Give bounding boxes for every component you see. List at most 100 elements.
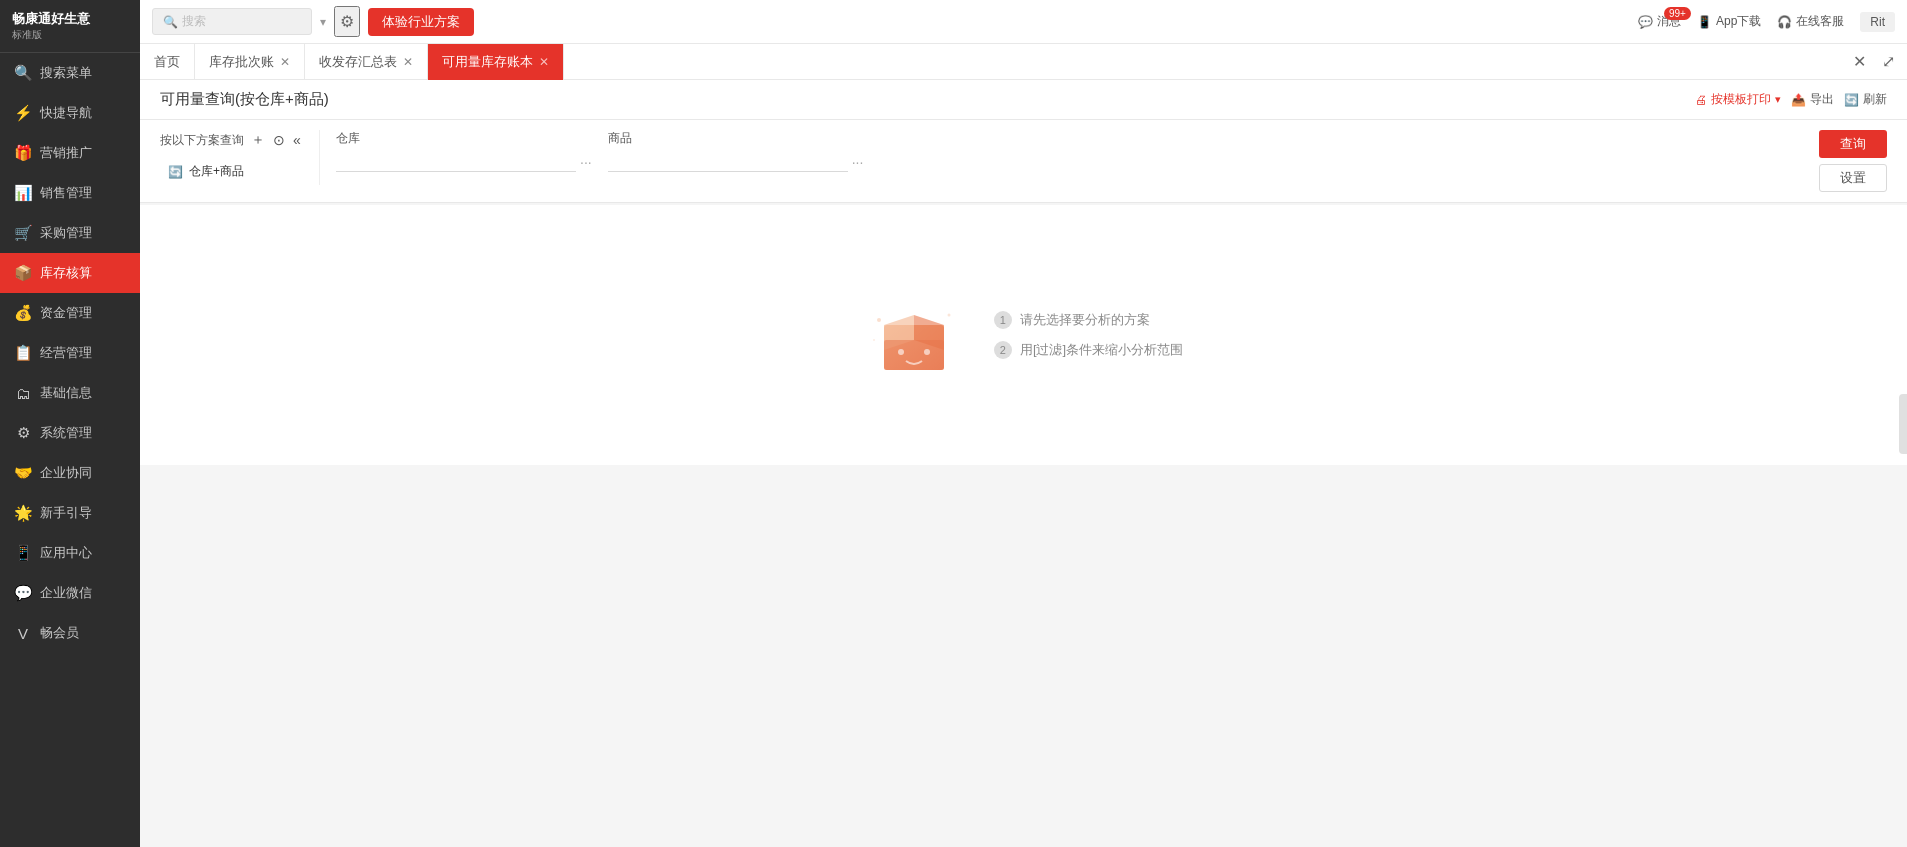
sidebar-label-quick-nav: 快捷导航 — [40, 104, 92, 122]
page-content: 可用量查询(按仓库+商品) 🖨 按模板打印 ▾ 📤 导出 🔄 刷新 — [140, 80, 1907, 847]
app-download-btn[interactable]: 📱 App下载 — [1697, 13, 1761, 30]
scroll-indicator — [1899, 394, 1907, 454]
sidebar-item-app-center[interactable]: 📱应用中心 — [0, 533, 140, 573]
sidebar-item-sales[interactable]: 📊 销售管理 — [0, 173, 140, 213]
tip-text-1: 请先选择要分析的方案 — [1020, 311, 1150, 329]
scheme-item-warehouse-product[interactable]: 🔄 仓库+商品 — [160, 158, 303, 185]
sidebar-item-wechat[interactable]: 💬企业微信 — [0, 573, 140, 613]
sidebar-icon-system: ⚙ — [14, 424, 32, 442]
tab-close-collect-summary[interactable]: ✕ — [403, 55, 413, 69]
tab-label-home: 首页 — [154, 53, 180, 71]
svg-point-6 — [877, 318, 881, 322]
tab-label-batch-account: 库存批次账 — [209, 53, 274, 71]
sidebar-item-system[interactable]: ⚙ 系统管理 — [0, 413, 140, 453]
sidebar-icon-guide: 🌟 — [14, 504, 32, 522]
maximize-btn[interactable]: ⤢ — [1878, 48, 1899, 75]
topbar: 🔍 搜索 ▾ ⚙ 体验行业方案 💬 消息 99+ 📱 App下载 🎧 在线客服 … — [140, 0, 1907, 44]
sidebar-item-quick-nav[interactable]: ⚡ 快捷导航 — [0, 93, 140, 133]
sidebar-logo: 畅康通好生意 标准版 — [0, 0, 140, 53]
tabs-right-actions: ✕ ⤢ — [1849, 48, 1907, 75]
sidebar-label-guide: 新手引导 — [40, 504, 92, 522]
sidebar-icon-basic: 🗂 — [14, 385, 32, 402]
sidebar-label-member: 畅会员 — [40, 624, 79, 642]
add-scheme-btn[interactable]: ＋ — [250, 130, 266, 150]
empty-state: 1 请先选择要分析的方案 2 用[过滤]条件来缩小分析范围 — [140, 205, 1907, 465]
empty-illustration — [864, 285, 964, 385]
refresh-icon: 🔄 — [1844, 93, 1859, 107]
sidebar-item-basic[interactable]: 🗂基础信息 — [0, 373, 140, 413]
tab-collect-summary[interactable]: 收发存汇总表 ✕ — [305, 44, 428, 80]
warehouse-label: 仓库 — [336, 130, 592, 147]
gear-button[interactable]: ⚙ — [334, 6, 360, 37]
tab-close-available-ledger[interactable]: ✕ — [539, 55, 549, 69]
page-title: 可用量查询(按仓库+商品) — [160, 90, 329, 109]
tip-text-2: 用[过滤]条件来缩小分析范围 — [1020, 341, 1183, 359]
search-icon: 🔍 — [163, 15, 178, 29]
sidebar-item-inventory[interactable]: 📦库存核算 — [0, 253, 140, 293]
warehouse-input[interactable] — [336, 151, 576, 172]
filter-scheme: 按以下方案查询 ＋ ⊙ « 🔄 仓库+商品 — [160, 130, 320, 185]
sidebar-icon-marketing: 🎁 — [14, 144, 32, 162]
message-badge: 99+ — [1664, 7, 1691, 20]
sidebar-icon-quick-nav: ⚡ — [14, 104, 32, 122]
sidebar-item-member[interactable]: V畅会员 — [0, 613, 140, 653]
print-btn[interactable]: 🖨 按模板打印 ▾ — [1695, 91, 1781, 108]
topbar-right: 💬 消息 99+ 📱 App下载 🎧 在线客服 Rit — [1638, 12, 1895, 32]
product-input[interactable] — [608, 151, 848, 172]
sidebar-label-system: 系统管理 — [40, 424, 92, 442]
sidebar-icon-wechat: 💬 — [14, 584, 32, 602]
filter-actions: 查询 设置 — [1819, 130, 1887, 192]
filter-fields: 仓库 ··· 商品 ··· — [336, 130, 1819, 172]
header-actions: 🖨 按模板打印 ▾ 📤 导出 🔄 刷新 — [1695, 91, 1887, 108]
sidebar-label-purchase: 采购管理 — [40, 224, 92, 242]
sidebar: 畅康通好生意 标准版 🔍搜索菜单 ⚡ 快捷导航 🎁营销推广 📊 销售管理 🛒 采购管理 📦库存核… — [0, 0, 140, 847]
search-box[interactable]: 🔍 搜索 — [152, 8, 312, 35]
tab-batch-account[interactable]: 库存批次账 ✕ — [195, 44, 305, 80]
main-area: 🔍 搜索 ▾ ⚙ 体验行业方案 💬 消息 99+ 📱 App下载 🎧 在线客服 … — [140, 0, 1907, 847]
sidebar-icon-sales: 📊 — [14, 184, 32, 202]
scheme-header: 按以下方案查询 ＋ ⊙ « — [160, 130, 303, 150]
sidebar-item-marketing[interactable]: 🎁营销推广 — [0, 133, 140, 173]
headset-icon: 🎧 — [1777, 15, 1792, 29]
tab-label-collect-summary: 收发存汇总表 — [319, 53, 397, 71]
query-btn[interactable]: 查询 — [1819, 130, 1887, 158]
collapse-scheme-btn[interactable]: « — [292, 131, 302, 149]
product-label: 商品 — [608, 130, 864, 147]
sidebar-item-purchase[interactable]: 🛒 采购管理 — [0, 213, 140, 253]
edit-scheme-btn[interactable]: ⊙ — [272, 131, 286, 149]
empty-content: 1 请先选择要分析的方案 2 用[过滤]条件来缩小分析范围 — [864, 285, 1183, 385]
close-tab-btn[interactable]: ✕ — [1849, 48, 1870, 75]
industry-btn[interactable]: 体验行业方案 — [368, 8, 474, 36]
sidebar-label-sales: 销售管理 — [40, 184, 92, 202]
sidebar-item-finance[interactable]: 💰资金管理 — [0, 293, 140, 333]
message-btn[interactable]: 💬 消息 99+ — [1638, 13, 1681, 30]
settings-btn[interactable]: 设置 — [1819, 164, 1887, 192]
print-dropdown-icon[interactable]: ▾ — [1775, 93, 1781, 106]
tab-home[interactable]: 首页 — [140, 44, 195, 80]
sidebar-item-search[interactable]: 🔍搜索菜单 — [0, 53, 140, 93]
refresh-btn[interactable]: 🔄 刷新 — [1844, 91, 1887, 108]
search-placeholder: 搜索 — [182, 13, 206, 30]
tip-num-1: 1 — [994, 311, 1012, 329]
message-icon: 💬 — [1638, 15, 1653, 29]
user-menu[interactable]: Rit — [1860, 12, 1895, 32]
sidebar-label-app-center: 应用中心 — [40, 544, 92, 562]
dropdown-icon[interactable]: ▾ — [320, 15, 326, 29]
sidebar-logo-title: 畅康通好生意 — [12, 10, 90, 28]
sidebar-icon-purchase: 🛒 — [14, 224, 32, 242]
warehouse-more-btn[interactable]: ··· — [580, 154, 592, 170]
filter-area: 按以下方案查询 ＋ ⊙ « 🔄 仓库+商品 仓库 ··· — [140, 120, 1907, 203]
sidebar-icon-search: 🔍 — [14, 64, 32, 82]
svg-point-7 — [947, 314, 950, 317]
sidebar-item-enterprise[interactable]: 🤝企业协同 — [0, 453, 140, 493]
product-more-btn[interactable]: ··· — [852, 154, 864, 170]
sidebar-item-guide[interactable]: 🌟 新手引导 — [0, 493, 140, 533]
product-input-wrap: ··· — [608, 151, 864, 172]
export-btn[interactable]: 📤 导出 — [1791, 91, 1834, 108]
tip-item-2: 2 用[过滤]条件来缩小分析范围 — [994, 341, 1183, 359]
service-btn[interactable]: 🎧 在线客服 — [1777, 13, 1844, 30]
sidebar-item-operations[interactable]: 📋经营管理 — [0, 333, 140, 373]
sidebar-icon-inventory: 📦 — [14, 264, 32, 282]
tab-close-batch-account[interactable]: ✕ — [280, 55, 290, 69]
tab-available-ledger[interactable]: 可用量库存账本 ✕ — [428, 44, 564, 80]
